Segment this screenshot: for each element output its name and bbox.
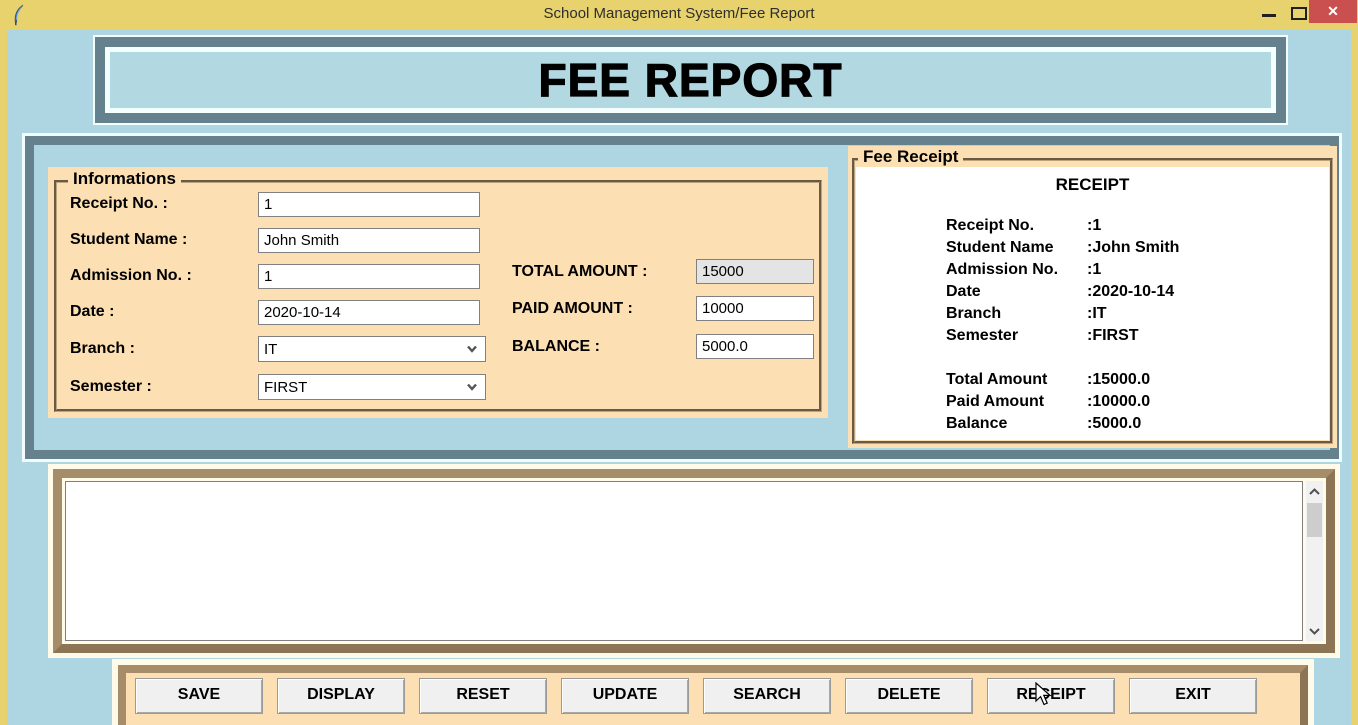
receipt-title: RECEIPT xyxy=(856,175,1329,195)
receipt-line: Receipt No.:1 xyxy=(946,215,1329,237)
report-panel xyxy=(48,464,1340,658)
balance-input[interactable] xyxy=(696,334,814,359)
student-name-label: Student Name : xyxy=(70,231,258,249)
chevron-down-icon xyxy=(1308,627,1321,635)
semester-value: FIRST xyxy=(264,379,307,396)
date-label: Date : xyxy=(70,303,258,321)
update-button[interactable]: UPDATE xyxy=(561,678,689,714)
receipt-line: Balance:5000.0 xyxy=(946,413,1329,435)
paid-amount-label: PAID AMOUNT : xyxy=(512,300,696,318)
search-button[interactable]: SEARCH xyxy=(703,678,831,714)
receipt-line: Branch:IT xyxy=(946,303,1329,325)
maximize-button[interactable] xyxy=(1288,0,1310,24)
receipt-no-label: Receipt No. : xyxy=(70,195,258,213)
semester-label: Semester : xyxy=(70,378,258,396)
display-button[interactable]: DISPLAY xyxy=(277,678,405,714)
receipt-blank-line xyxy=(946,347,1329,369)
vertical-scrollbar[interactable] xyxy=(1306,481,1323,641)
informations-panel: Informations Receipt No. : Student Name … xyxy=(48,167,828,418)
total-amount-label: TOTAL AMOUNT : xyxy=(512,263,696,281)
close-button[interactable]: ✕ xyxy=(1309,0,1357,23)
scrollbar-thumb[interactable] xyxy=(1307,503,1322,537)
branch-select[interactable]: IT xyxy=(258,336,486,362)
title-bar: School Management System/Fee Report ✕ xyxy=(0,0,1358,30)
scroll-up-button[interactable] xyxy=(1306,483,1323,500)
chevron-down-icon xyxy=(466,345,478,353)
receipt-line: Semester:FIRST xyxy=(946,325,1329,347)
chevron-up-icon xyxy=(1308,488,1321,496)
receipt-no-input[interactable] xyxy=(258,192,480,217)
minimize-icon xyxy=(1262,14,1276,17)
app-window: School Management System/Fee Report ✕ FE… xyxy=(0,0,1358,725)
admission-no-label: Admission No. : xyxy=(70,267,258,285)
delete-button[interactable]: DELETE xyxy=(845,678,973,714)
window-border-right xyxy=(1351,30,1358,725)
informations-legend: Informations xyxy=(68,169,181,189)
receipt-line: Student Name:John Smith xyxy=(946,237,1329,259)
exit-button[interactable]: EXIT xyxy=(1129,678,1257,714)
paid-amount-input[interactable] xyxy=(696,296,814,321)
admission-no-input[interactable] xyxy=(258,264,480,289)
student-name-input[interactable] xyxy=(258,228,480,253)
receipt-line: Total Amount:15000.0 xyxy=(946,369,1329,391)
reset-button[interactable]: RESET xyxy=(419,678,547,714)
balance-label: BALANCE : xyxy=(512,338,696,356)
total-amount-input[interactable] xyxy=(696,259,814,284)
receipt-preview: RECEIPT Receipt No.:1 Student Name:John … xyxy=(856,167,1329,440)
date-input[interactable] xyxy=(258,300,480,325)
receipt-line: Date:2020-10-14 xyxy=(946,281,1329,303)
action-button-bar: SAVE DISPLAY RESET UPDATE SEARCH DELETE … xyxy=(112,659,1314,725)
report-textarea[interactable] xyxy=(65,481,1303,641)
chevron-down-icon xyxy=(466,383,478,391)
semester-select[interactable]: FIRST xyxy=(258,374,486,400)
scroll-down-button[interactable] xyxy=(1306,622,1323,639)
save-button[interactable]: SAVE xyxy=(135,678,263,714)
minimize-button[interactable] xyxy=(1252,0,1288,24)
receipt-line: Paid Amount:10000.0 xyxy=(946,391,1329,413)
mouse-cursor xyxy=(1032,682,1054,708)
branch-label: Branch : xyxy=(70,340,258,358)
maximize-icon xyxy=(1291,7,1307,20)
page-title: FEE REPORT xyxy=(539,53,843,107)
branch-value: IT xyxy=(264,341,277,358)
fee-receipt-legend: Fee Receipt xyxy=(858,147,963,167)
receipt-line: Admission No.:1 xyxy=(946,259,1329,281)
window-title: School Management System/Fee Report xyxy=(0,0,1358,30)
page-header: FEE REPORT xyxy=(93,35,1288,125)
window-border-left xyxy=(0,30,7,725)
fee-receipt-panel: Fee Receipt RECEIPT Receipt No.:1 Studen… xyxy=(848,146,1337,448)
